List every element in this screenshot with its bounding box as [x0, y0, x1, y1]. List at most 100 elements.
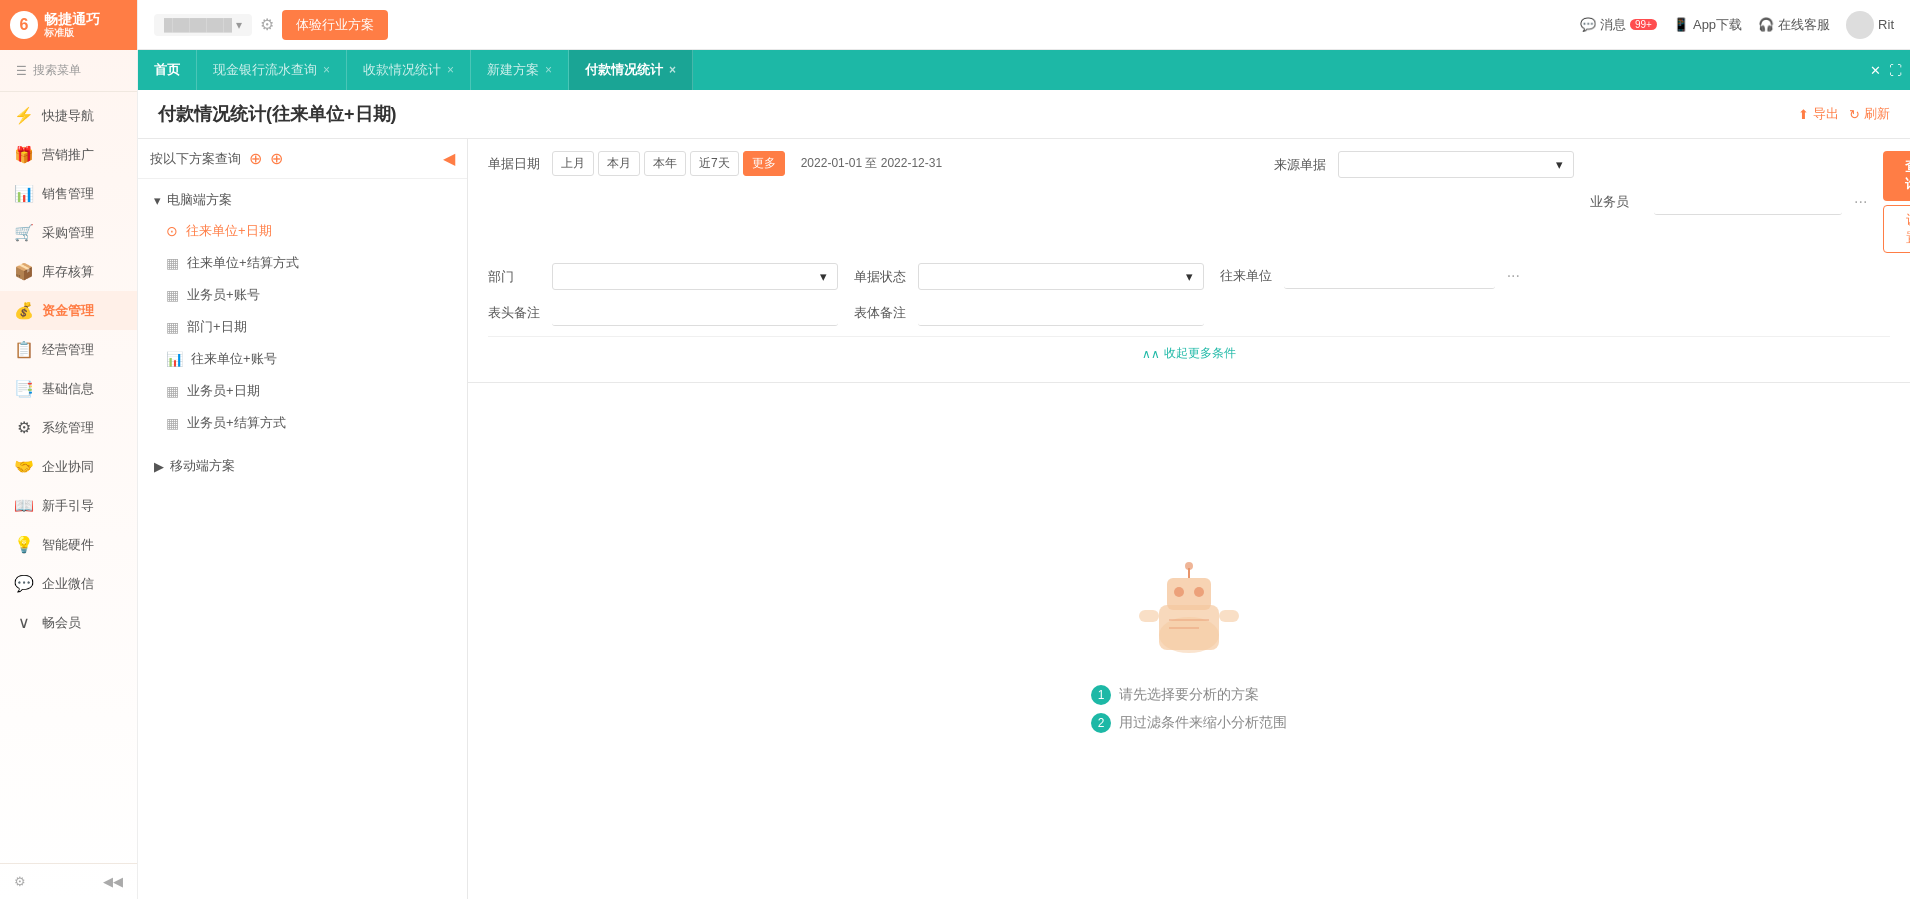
logo-icon: 6 — [10, 11, 38, 39]
user-menu[interactable]: Rit — [1846, 11, 1894, 39]
query-btn[interactable]: 查询 — [1883, 151, 1910, 201]
scheme-staff-settle[interactable]: ▦ 业务员+结算方式 — [138, 407, 467, 439]
trial-btn[interactable]: 体验行业方案 — [282, 10, 388, 40]
sidebar-item-basic[interactable]: 📑 基础信息 — [0, 369, 137, 408]
sidebar-item-finance[interactable]: 💰 资金管理 — [0, 291, 137, 330]
sidebar-item-inventory[interactable]: 📦 库存核算 — [0, 252, 137, 291]
tab-payment-close[interactable]: × — [669, 63, 676, 77]
empty-tip-2: 2 用过滤条件来缩小分析范围 — [1091, 713, 1287, 733]
settings-icon[interactable]: ⚙ — [14, 874, 26, 889]
scheme-unit-account[interactable]: 📊 往来单位+账号 — [138, 343, 467, 375]
sidebar-item-purchase[interactable]: 🛒 采购管理 — [0, 213, 137, 252]
address-dropdown-icon[interactable]: ▾ — [236, 18, 242, 32]
tab-receipt-close[interactable]: × — [447, 63, 454, 77]
online-service-btn[interactable]: 🎧 在线客服 — [1758, 16, 1830, 34]
sidebar-logo: 6 畅捷通巧 标准版 — [0, 0, 137, 50]
related-unit-dots-icon[interactable]: ··· — [1507, 267, 1520, 285]
sidebar-item-quicknav[interactable]: ⚡ 快捷导航 — [0, 96, 137, 135]
table-header-note-input[interactable] — [552, 300, 838, 326]
sidebar-item-wechat[interactable]: 💬 企业微信 — [0, 564, 137, 603]
scheme-label: 往来单位+结算方式 — [187, 254, 299, 272]
logo-text: 畅捷通巧 标准版 — [44, 11, 100, 40]
table-body-note-input[interactable] — [918, 300, 1204, 326]
settings-gear-icon[interactable]: ⚙ — [260, 15, 274, 34]
app-icon: 📱 — [1673, 17, 1689, 32]
message-badge: 99+ — [1630, 19, 1657, 30]
date-btn-this-year[interactable]: 本年 — [644, 151, 686, 176]
tab-cashflow-close[interactable]: × — [323, 63, 330, 77]
scheme-settings-icon[interactable]: ⊕ — [270, 149, 283, 168]
search-menu-btn[interactable]: ☰ 搜索菜单 — [10, 58, 127, 83]
date-btn-this-month[interactable]: 本月 — [598, 151, 640, 176]
inventory-icon: 📦 — [14, 262, 34, 281]
enterprise-icon: 🤝 — [14, 457, 34, 476]
dept-select[interactable]: ▾ — [552, 263, 838, 290]
sidebar-nav: ⚡ 快捷导航 🎁 营销推广 📊 销售管理 🛒 采购管理 📦 库存核算 💰 资金管… — [0, 92, 137, 863]
date-btn-more[interactable]: 更多 — [743, 151, 785, 176]
scheme-unit-settle[interactable]: ▦ 往来单位+结算方式 — [138, 247, 467, 279]
page-title: 付款情况统计(往来单位+日期) — [158, 102, 397, 126]
tab-home[interactable]: 首页 — [138, 50, 197, 90]
collapse-sidebar-icon[interactable]: ◀◀ — [103, 874, 123, 889]
svg-point-6 — [1185, 562, 1193, 570]
logo-sub: 标准版 — [44, 27, 100, 39]
purchase-icon: 🛒 — [14, 223, 34, 242]
main-layout: 按以下方案查询 ⊕ ⊕ ◀ ▾ 电脑端方案 ⊙ 往来单位+日期 ▦ — [138, 139, 1910, 899]
tab-payment-stat[interactable]: 付款情况统计 × — [569, 50, 693, 90]
sidebar-item-marketing[interactable]: 🎁 营销推广 — [0, 135, 137, 174]
sidebar-item-guide[interactable]: 📖 新手引导 — [0, 486, 137, 525]
tip-1-text: 请先选择要分析的方案 — [1119, 686, 1259, 704]
sidebar-item-operation[interactable]: 📋 经营管理 — [0, 330, 137, 369]
export-icon: ⬆ — [1798, 107, 1809, 122]
message-btn[interactable]: 💬 消息 99+ — [1580, 16, 1657, 34]
doc-status-select[interactable]: ▾ — [918, 263, 1204, 290]
app-download-btn[interactable]: 📱 App下载 — [1673, 16, 1742, 34]
related-unit-input[interactable] — [1284, 263, 1495, 289]
message-icon: 💬 — [1580, 17, 1596, 32]
mobile-group-title[interactable]: ▶ 移动端方案 — [138, 451, 467, 481]
tab-cashflow[interactable]: 现金银行流水查询 × — [197, 50, 347, 90]
refresh-btn[interactable]: ↻ 刷新 — [1849, 105, 1890, 123]
staff-input[interactable] — [1654, 189, 1842, 215]
scheme-staff-date[interactable]: ▦ 业务员+日期 — [138, 375, 467, 407]
left-panel: 按以下方案查询 ⊕ ⊕ ◀ ▾ 电脑端方案 ⊙ 往来单位+日期 ▦ — [138, 139, 468, 899]
sidebar-item-system[interactable]: ⚙ 系统管理 — [0, 408, 137, 447]
tab-new-scheme-close[interactable]: × — [545, 63, 552, 77]
sidebar-item-enterprise[interactable]: 🤝 企业协同 — [0, 447, 137, 486]
date-btn-7days[interactable]: 近7天 — [690, 151, 739, 176]
address-bar[interactable]: ████████ ▾ — [154, 14, 252, 36]
add-scheme-icon[interactable]: ⊕ — [249, 149, 262, 168]
scheme-unit-date[interactable]: ⊙ 往来单位+日期 — [138, 215, 467, 247]
sidebar-item-sales[interactable]: 📊 销售管理 — [0, 174, 137, 213]
sidebar-item-label: 采购管理 — [42, 224, 94, 242]
page-content: 付款情况统计(往来单位+日期) ⬆ 导出 ↻ 刷新 按以下方案查询 ⊕ ⊕ — [138, 90, 1910, 899]
staff-dots-icon[interactable]: ··· — [1854, 193, 1867, 211]
scheme-dept-date[interactable]: ▦ 部门+日期 — [138, 311, 467, 343]
svg-rect-8 — [1219, 610, 1239, 622]
sidebar-item-hardware[interactable]: 💡 智能硬件 — [0, 525, 137, 564]
tab-close-all-icon[interactable]: ✕ — [1870, 63, 1881, 78]
sidebar-item-vip[interactable]: ∨ 畅会员 — [0, 603, 137, 642]
collapse-more-btn[interactable]: ∧∧ 收起更多条件 — [488, 336, 1890, 370]
filter-doc-status-group: 单据状态 ▾ — [854, 263, 1204, 290]
source-select[interactable]: ▾ — [1338, 151, 1574, 178]
tab-expand-icon[interactable]: ⛶ — [1889, 63, 1902, 78]
scheme-icon: ▦ — [166, 287, 179, 303]
sidebar-bottom: ⚙ ◀◀ — [0, 863, 137, 899]
tab-cashflow-label: 现金银行流水查询 — [213, 61, 317, 79]
collapse-left-icon[interactable]: ◀ — [443, 149, 455, 168]
svg-rect-2 — [1167, 578, 1211, 610]
sidebar-search-section[interactable]: ☰ 搜索菜单 — [0, 50, 137, 92]
basic-icon: 📑 — [14, 379, 34, 398]
settings-btn[interactable]: 设置 — [1883, 205, 1910, 253]
date-btn-last-month[interactable]: 上月 — [552, 151, 594, 176]
scheme-staff-account[interactable]: ▦ 业务员+账号 — [138, 279, 467, 311]
export-btn[interactable]: ⬆ 导出 — [1798, 105, 1839, 123]
sidebar-item-label: 营销推广 — [42, 146, 94, 164]
desktop-group-title[interactable]: ▾ 电脑端方案 — [138, 185, 467, 215]
online-service-label: 在线客服 — [1778, 16, 1830, 34]
mobile-group-label: 移动端方案 — [170, 457, 235, 475]
tab-new-scheme[interactable]: 新建方案 × — [471, 50, 569, 90]
scheme-active-icon: ⊙ — [166, 223, 178, 239]
tab-receipt-stat[interactable]: 收款情况统计 × — [347, 50, 471, 90]
